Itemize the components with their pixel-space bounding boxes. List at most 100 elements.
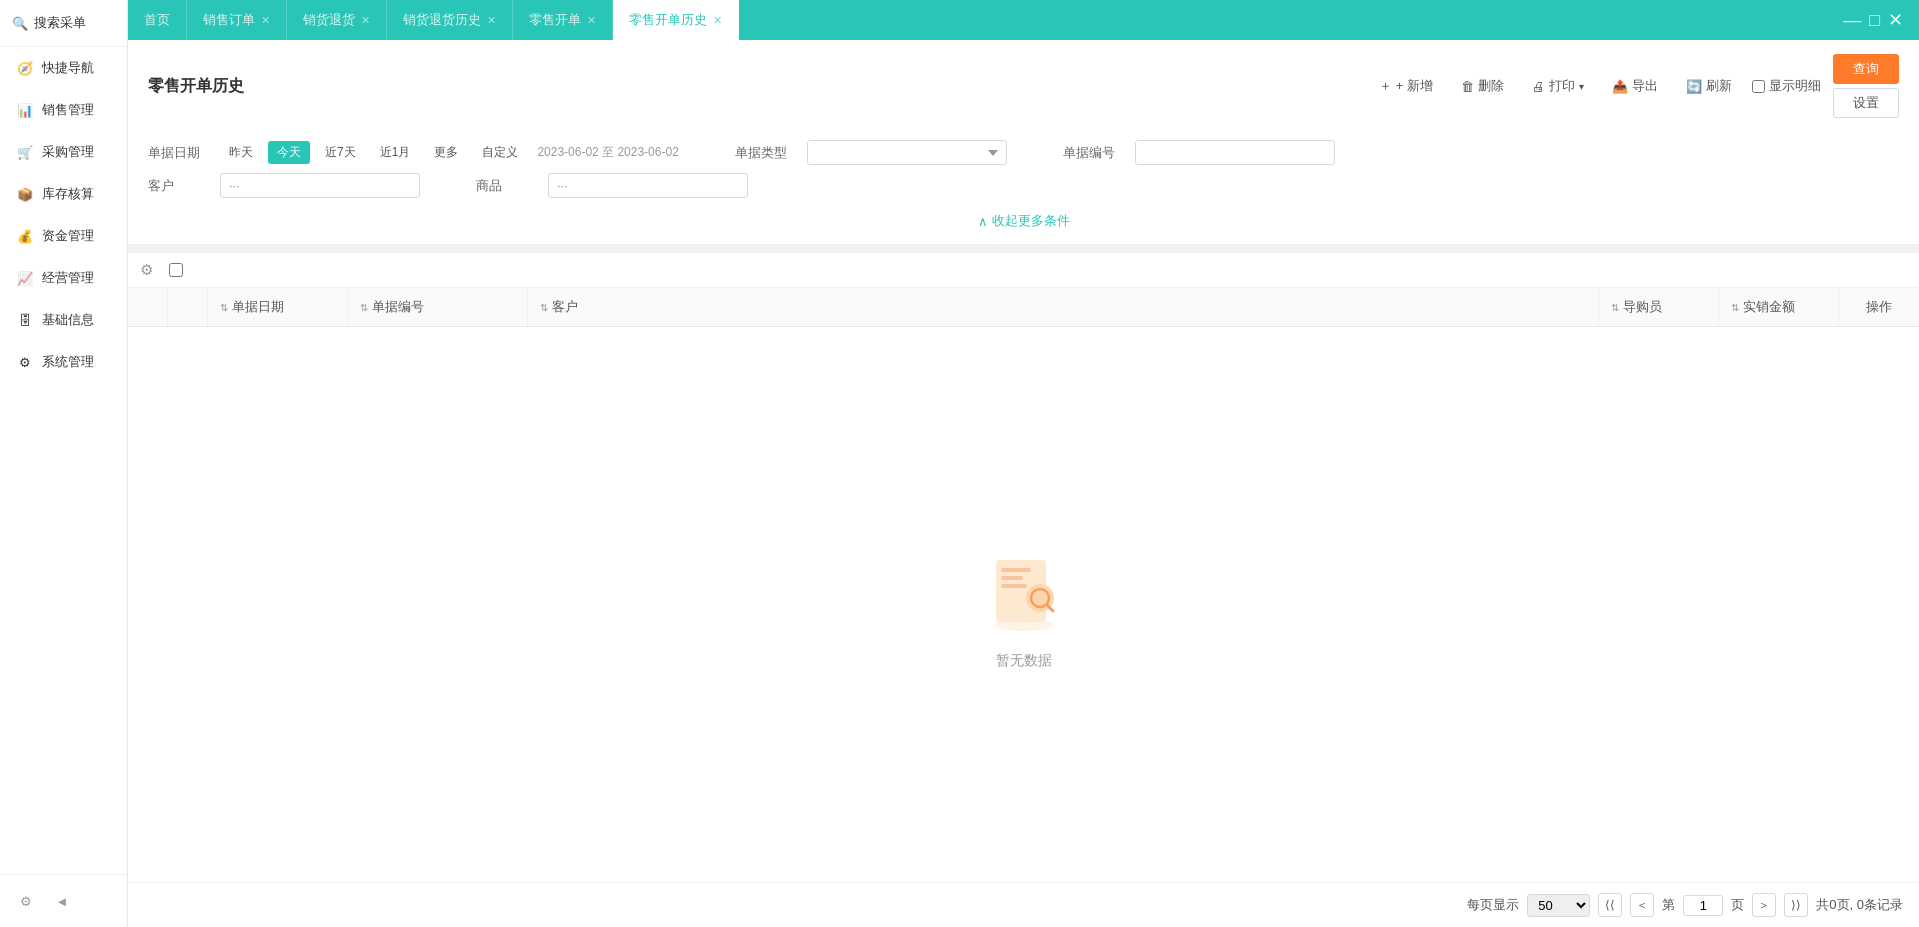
add-label: + 新增 (1396, 77, 1433, 95)
first-page-btn[interactable]: ⟨⟨ (1598, 893, 1622, 917)
quick-nav-icon: 🧭 (16, 59, 34, 77)
filter-row-customer: 客户 ··· 商品 ··· (148, 173, 1899, 198)
sidebar-item-base-info[interactable]: 🗄 基础信息 (0, 299, 127, 341)
collapse-btn[interactable]: ◄ (48, 887, 76, 915)
display-detail-checkbox[interactable] (1752, 80, 1765, 93)
th-customer-label: 客户 (552, 298, 578, 316)
sidebar-item-label: 资金管理 (42, 227, 94, 245)
settings-button[interactable]: 设置 (1833, 88, 1899, 118)
tab-sales-return-history-close[interactable]: ✕ (487, 14, 496, 27)
th-actions: 操作 (1839, 288, 1919, 326)
table-header: ⇅ 单据日期 ⇅ 单据编号 ⇅ 客户 ⇅ 导购员 ⇅ 实销金额 操作 (128, 288, 1919, 327)
th-guide-label: 导购员 (1623, 298, 1662, 316)
settings-bottom-btn[interactable]: ⚙ (12, 887, 40, 915)
sort-date-icon[interactable]: ⇅ (220, 302, 228, 313)
tab-sales-order-close[interactable]: ✕ (261, 14, 270, 27)
tab-sales-order[interactable]: 销售订单 ✕ (187, 0, 287, 40)
display-detail-text: 显示明细 (1769, 77, 1821, 95)
sidebar-search-label: 搜索采单 (34, 14, 86, 32)
table-container: ⚙ ⇅ 单据日期 ⇅ 单据编号 ⇅ 客户 ⇅ 导购员 (128, 253, 1919, 882)
sort-guide-icon[interactable]: ⇅ (1611, 302, 1619, 313)
tab-sales-return[interactable]: 销货退货 ✕ (287, 0, 387, 40)
date-btn-7days[interactable]: 近7天 (316, 141, 365, 164)
sort-no-icon[interactable]: ⇅ (360, 302, 368, 313)
chevron-up-icon: ∧ (978, 214, 988, 229)
main-area: 首页 销售订单 ✕ 销货退货 ✕ 销货退货历史 ✕ 零售开单 ✕ 零售开单历史 … (128, 0, 1919, 927)
page-label: 页 (1731, 896, 1744, 914)
date-label: 单据日期 (148, 144, 204, 162)
page-word: 第 (1662, 896, 1675, 914)
doc-no-label: 单据编号 (1063, 144, 1119, 162)
tab-minimize-btn[interactable]: — (1843, 10, 1861, 31)
goods-input[interactable]: ··· (548, 173, 748, 198)
customer-input[interactable]: ··· (220, 173, 420, 198)
query-button[interactable]: 查询 (1833, 54, 1899, 84)
delete-button[interactable]: 🗑 删除 (1453, 73, 1512, 99)
date-btn-custom[interactable]: 自定义 (473, 141, 527, 164)
page-input[interactable] (1683, 895, 1723, 916)
sidebar-item-purchase-mgmt[interactable]: 🛒 采购管理 (0, 131, 127, 173)
sidebar-item-label: 基础信息 (42, 311, 94, 329)
last-page-btn[interactable]: ⟩⟩ (1784, 893, 1808, 917)
add-button[interactable]: ＋ + 新增 (1371, 73, 1441, 99)
doc-no-input[interactable] (1135, 140, 1335, 165)
select-all-checkbox[interactable] (169, 263, 183, 277)
doc-type-select[interactable] (807, 140, 1007, 165)
display-detail-label[interactable]: 显示明细 (1752, 77, 1821, 95)
date-btn-1month[interactable]: 近1月 (371, 141, 420, 164)
export-button[interactable]: 📤 导出 (1604, 73, 1666, 99)
sidebar-item-sys-mgmt[interactable]: ⚙ 系统管理 (0, 341, 127, 383)
sidebar-item-inventory[interactable]: 📦 库存核算 (0, 173, 127, 215)
sales-mgmt-icon: 📊 (16, 101, 34, 119)
sidebar-item-finance[interactable]: 💰 资金管理 (0, 215, 127, 257)
empty-text: 暂无数据 (996, 652, 1052, 670)
filter-row-date: 单据日期 昨天 今天 近7天 近1月 更多 自定义 2023-06-02 至 2… (148, 140, 1899, 165)
per-page-select[interactable]: 50 (1527, 894, 1590, 917)
tab-retail-history[interactable]: 零售开单历史 ✕ (613, 0, 739, 40)
th-no-label: 单据编号 (372, 298, 424, 316)
tab-home[interactable]: 首页 (128, 0, 187, 40)
base-info-icon: 🗄 (16, 311, 34, 329)
collapse-more-btn[interactable]: ∧ 收起更多条件 (148, 206, 1899, 236)
tab-bar-right: — □ ✕ (1843, 9, 1919, 31)
sidebar-item-sales-mgmt[interactable]: 📊 销售管理 (0, 89, 127, 131)
print-button[interactable]: 🖨 打印 ▾ (1524, 73, 1592, 99)
tab-retail-history-close[interactable]: ✕ (713, 14, 722, 27)
ops-mgmt-icon: 📈 (16, 269, 34, 287)
sidebar: 🔍 搜索采单 🧭 快捷导航 📊 销售管理 🛒 采购管理 📦 库存核算 💰 资金管… (0, 0, 128, 927)
sidebar-item-quick-nav[interactable]: 🧭 快捷导航 (0, 47, 127, 89)
date-btn-more[interactable]: 更多 (425, 141, 467, 164)
doc-type-label: 单据类型 (735, 144, 791, 162)
table-settings-icon[interactable]: ⚙ (140, 261, 153, 279)
sort-amount-icon[interactable]: ⇅ (1731, 302, 1739, 313)
goods-dots: ··· (557, 178, 568, 193)
add-icon: ＋ (1379, 77, 1392, 95)
sidebar-item-label: 销售管理 (42, 101, 94, 119)
refresh-button[interactable]: 🔄 刷新 (1678, 73, 1740, 99)
date-btn-today[interactable]: 今天 (268, 141, 310, 164)
print-dropdown-icon: ▾ (1579, 81, 1584, 92)
next-page-btn[interactable]: ＞ (1752, 893, 1776, 917)
sys-mgmt-icon: ⚙ (16, 353, 34, 371)
tab-close-btn[interactable]: ✕ (1888, 9, 1903, 31)
sidebar-search[interactable]: 🔍 搜索采单 (0, 0, 127, 47)
export-label: 导出 (1632, 77, 1658, 95)
date-btn-yesterday[interactable]: 昨天 (220, 141, 262, 164)
sort-customer-icon[interactable]: ⇅ (540, 302, 548, 313)
date-range-text: 2023-06-02 至 2023-06-02 (537, 144, 678, 161)
refresh-icon: 🔄 (1686, 79, 1702, 94)
tab-retail-open-close[interactable]: ✕ (587, 14, 596, 27)
print-icon: 🖨 (1532, 79, 1545, 94)
prev-page-btn[interactable]: ＜ (1630, 893, 1654, 917)
tab-sales-return-close[interactable]: ✕ (361, 14, 370, 27)
svg-rect-3 (1001, 576, 1023, 580)
tab-sales-return-history[interactable]: 销货退货历史 ✕ (387, 0, 513, 40)
tab-maximize-btn[interactable]: □ (1869, 10, 1880, 31)
tab-retail-open[interactable]: 零售开单 ✕ (513, 0, 613, 40)
customer-dots: ··· (229, 178, 240, 193)
sidebar-bottom: ⚙ ◄ (0, 874, 127, 927)
svg-rect-4 (1001, 584, 1027, 588)
sidebar-item-label: 库存核算 (42, 185, 94, 203)
goods-label: 商品 (476, 177, 532, 195)
sidebar-item-ops-mgmt[interactable]: 📈 经营管理 (0, 257, 127, 299)
